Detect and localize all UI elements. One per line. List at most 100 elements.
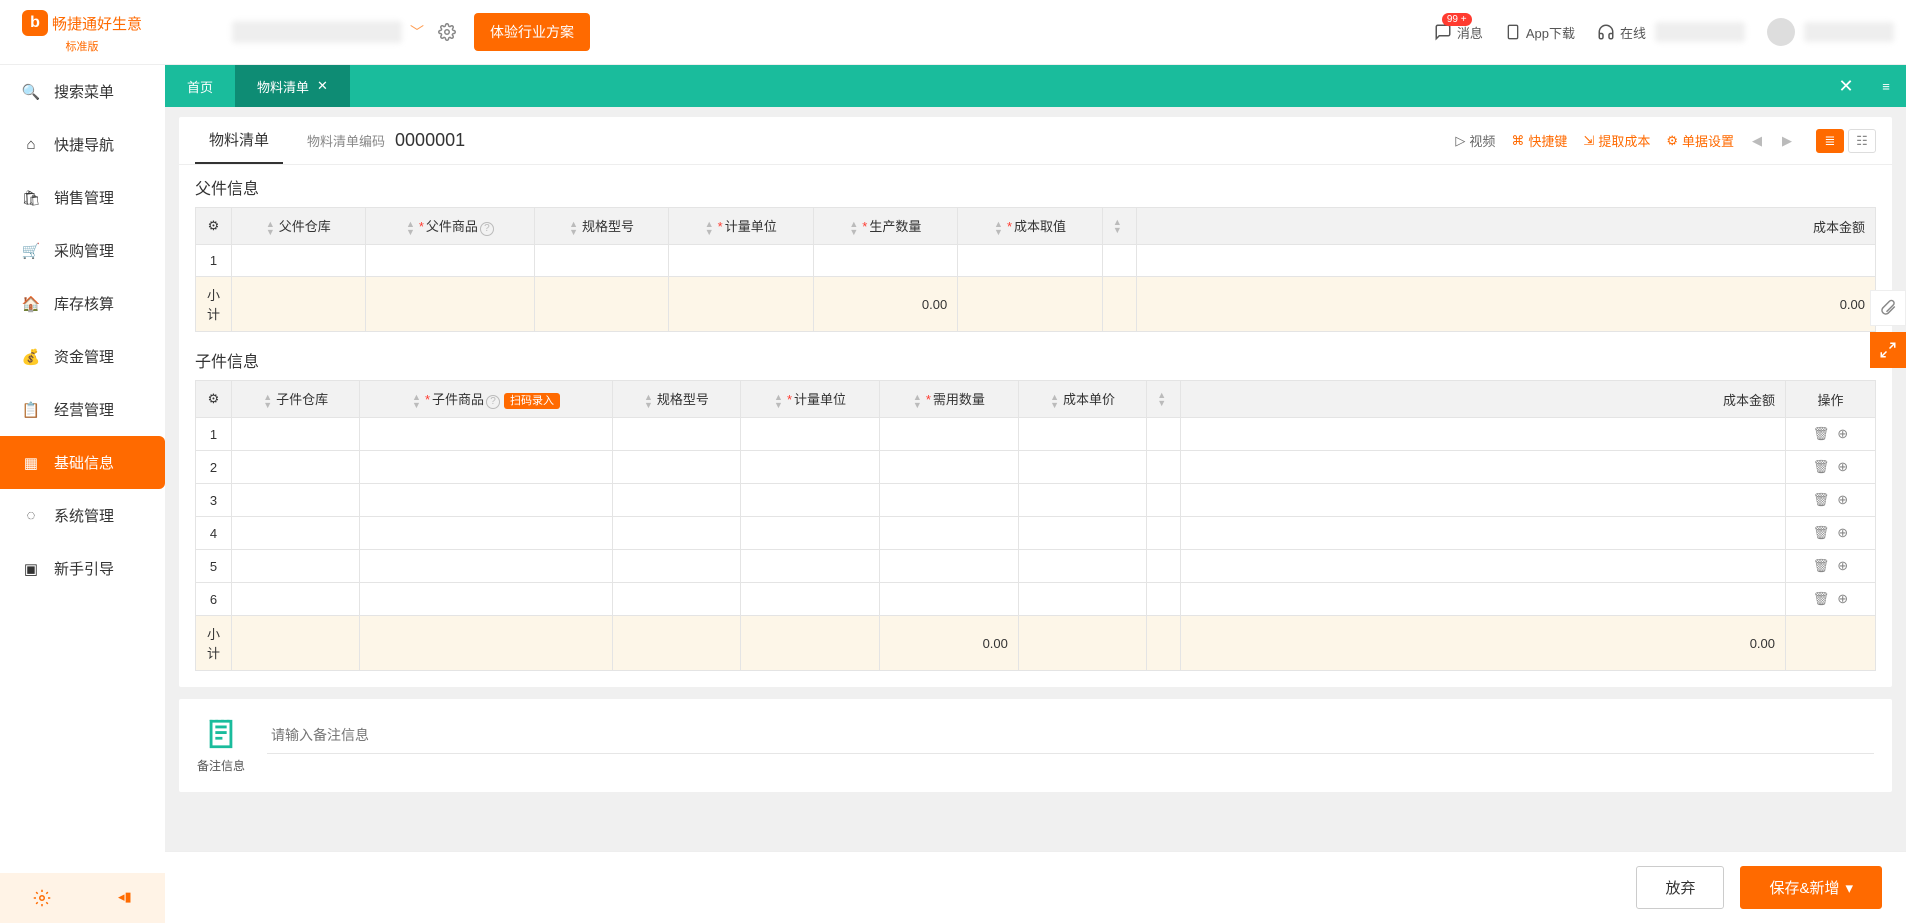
cell-spec[interactable] [612,451,740,484]
footer-gear-icon[interactable] [33,889,51,907]
cell-unit[interactable] [741,451,880,484]
sidebar-item-search[interactable]: 🔍搜索菜单 [0,65,165,118]
cell-costget[interactable] [958,245,1103,277]
parent-col-unit[interactable]: ▲▼*计量单位 [668,208,813,245]
parent-col-qty[interactable]: ▲▼*生产数量 [813,208,958,245]
cell-unitcost[interactable] [1018,451,1146,484]
cell-spec[interactable] [535,245,669,277]
cell-costamt[interactable] [1181,517,1786,550]
child-row[interactable]: 3🗑⊕ [196,484,1876,517]
child-col-product[interactable]: ▲▼*子件商品?扫码录入 [360,381,612,418]
cell-empty[interactable] [1147,451,1181,484]
scan-badge[interactable]: 扫码录入 [504,393,560,409]
cell-unit[interactable] [668,245,813,277]
video-link[interactable]: ▷视频 [1455,131,1495,150]
cell-needqty[interactable] [879,418,1018,451]
child-col-needqty[interactable]: ▲▼*需用数量 [879,381,1018,418]
doc-settings-link[interactable]: ⚙单据设置 [1666,131,1734,150]
attachment-button[interactable] [1870,290,1906,326]
cell-warehouse[interactable] [232,451,360,484]
cell-empty[interactable] [1147,517,1181,550]
child-col-unitcost[interactable]: ▲▼成本单价 [1018,381,1146,418]
support-button[interactable]: 在线 [1597,22,1745,42]
delete-icon[interactable]: 🗑 [1809,492,1834,507]
prev-doc-icon[interactable]: ◀ [1750,133,1764,149]
sidebar-item-finance[interactable]: 💰资金管理 [0,330,165,383]
add-icon[interactable]: ⊕ [1833,492,1852,507]
cell-product[interactable] [360,451,612,484]
tab-home[interactable]: 首页 [165,65,235,107]
tabs-menu-icon[interactable]: ≡ [1866,79,1906,94]
cell-costamt[interactable] [1181,550,1786,583]
cell-spec[interactable] [612,418,740,451]
cell-empty[interactable] [1102,245,1136,277]
cell-empty[interactable] [1147,550,1181,583]
org-settings-icon[interactable] [438,23,456,41]
cell-needqty[interactable] [879,583,1018,616]
child-row[interactable]: 6🗑⊕ [196,583,1876,616]
help-icon[interactable]: ? [486,395,500,409]
parent-col-gear[interactable]: ⚙ [196,208,232,245]
collapse-icon[interactable]: ◂▮ [118,889,132,907]
cell-warehouse[interactable] [232,550,360,583]
parent-col-costamt[interactable]: 成本金额 [1136,208,1875,245]
cell-spec[interactable] [612,583,740,616]
cell-warehouse[interactable] [232,245,366,277]
panel-tab[interactable]: 物料清单 [195,117,283,164]
parent-col-costget[interactable]: ▲▼*成本取值 [958,208,1103,245]
save-new-button[interactable]: 保存&新增▾ [1740,866,1882,909]
cell-costamt[interactable] [1181,484,1786,517]
extract-cost-link[interactable]: ⇲提取成本 [1583,131,1650,150]
sidebar-item-system[interactable]: ◌系统管理 [0,489,165,542]
cell-empty[interactable] [1147,583,1181,616]
remark-input[interactable] [267,717,1874,754]
discard-button[interactable]: 放弃 [1636,866,1724,909]
try-industry-button[interactable]: 体验行业方案 [474,13,590,51]
cell-unit[interactable] [741,583,880,616]
view-list-button[interactable]: ≣ [1816,129,1844,153]
cell-needqty[interactable] [879,550,1018,583]
shortcut-link[interactable]: ⌘快捷键 [1511,131,1567,150]
expand-button[interactable] [1870,332,1906,368]
cell-costamt[interactable] [1181,451,1786,484]
child-row[interactable]: 1🗑⊕ [196,418,1876,451]
delete-icon[interactable]: 🗑 [1809,525,1834,540]
parent-row[interactable]: 1 [196,245,1876,277]
cell-spec[interactable] [612,550,740,583]
add-icon[interactable]: ⊕ [1833,525,1852,540]
app-download-button[interactable]: App下载 [1505,23,1575,42]
add-icon[interactable]: ⊕ [1833,426,1852,441]
help-icon[interactable]: ? [480,222,494,236]
cell-warehouse[interactable] [232,583,360,616]
cell-costamt[interactable] [1181,418,1786,451]
cell-unit[interactable] [741,550,880,583]
cell-unit[interactable] [741,484,880,517]
sidebar-item-guide[interactable]: ▣新手引导 [0,542,165,595]
cell-empty[interactable] [1147,484,1181,517]
cell-unitcost[interactable] [1018,583,1146,616]
user-menu[interactable] [1767,18,1894,46]
delete-icon[interactable]: 🗑 [1809,426,1834,441]
cell-unitcost[interactable] [1018,418,1146,451]
cell-costamt[interactable] [1136,245,1875,277]
cell-spec[interactable] [612,517,740,550]
delete-icon[interactable]: 🗑 [1809,558,1834,573]
cell-unit[interactable] [741,517,880,550]
sidebar-item-basedata[interactable]: ▦基础信息 [0,436,165,489]
org-selector[interactable]: ﹀ [232,21,424,43]
add-icon[interactable]: ⊕ [1833,558,1852,573]
sidebar-item-quicknav[interactable]: ⌂快捷导航 [0,118,165,171]
cell-product[interactable] [360,418,612,451]
delete-icon[interactable]: 🗑 [1809,459,1834,474]
cell-empty[interactable] [1147,418,1181,451]
cell-spec[interactable] [612,484,740,517]
parent-col-empty[interactable]: ▲▼ [1102,208,1136,245]
cell-warehouse[interactable] [232,484,360,517]
cell-unitcost[interactable] [1018,484,1146,517]
cell-qty[interactable] [813,245,958,277]
sidebar-item-operation[interactable]: 📋经营管理 [0,383,165,436]
cell-product[interactable] [360,583,612,616]
child-col-spec[interactable]: ▲▼规格型号 [612,381,740,418]
parent-col-product[interactable]: ▲▼*父件商品? [365,208,535,245]
cell-unitcost[interactable] [1018,550,1146,583]
